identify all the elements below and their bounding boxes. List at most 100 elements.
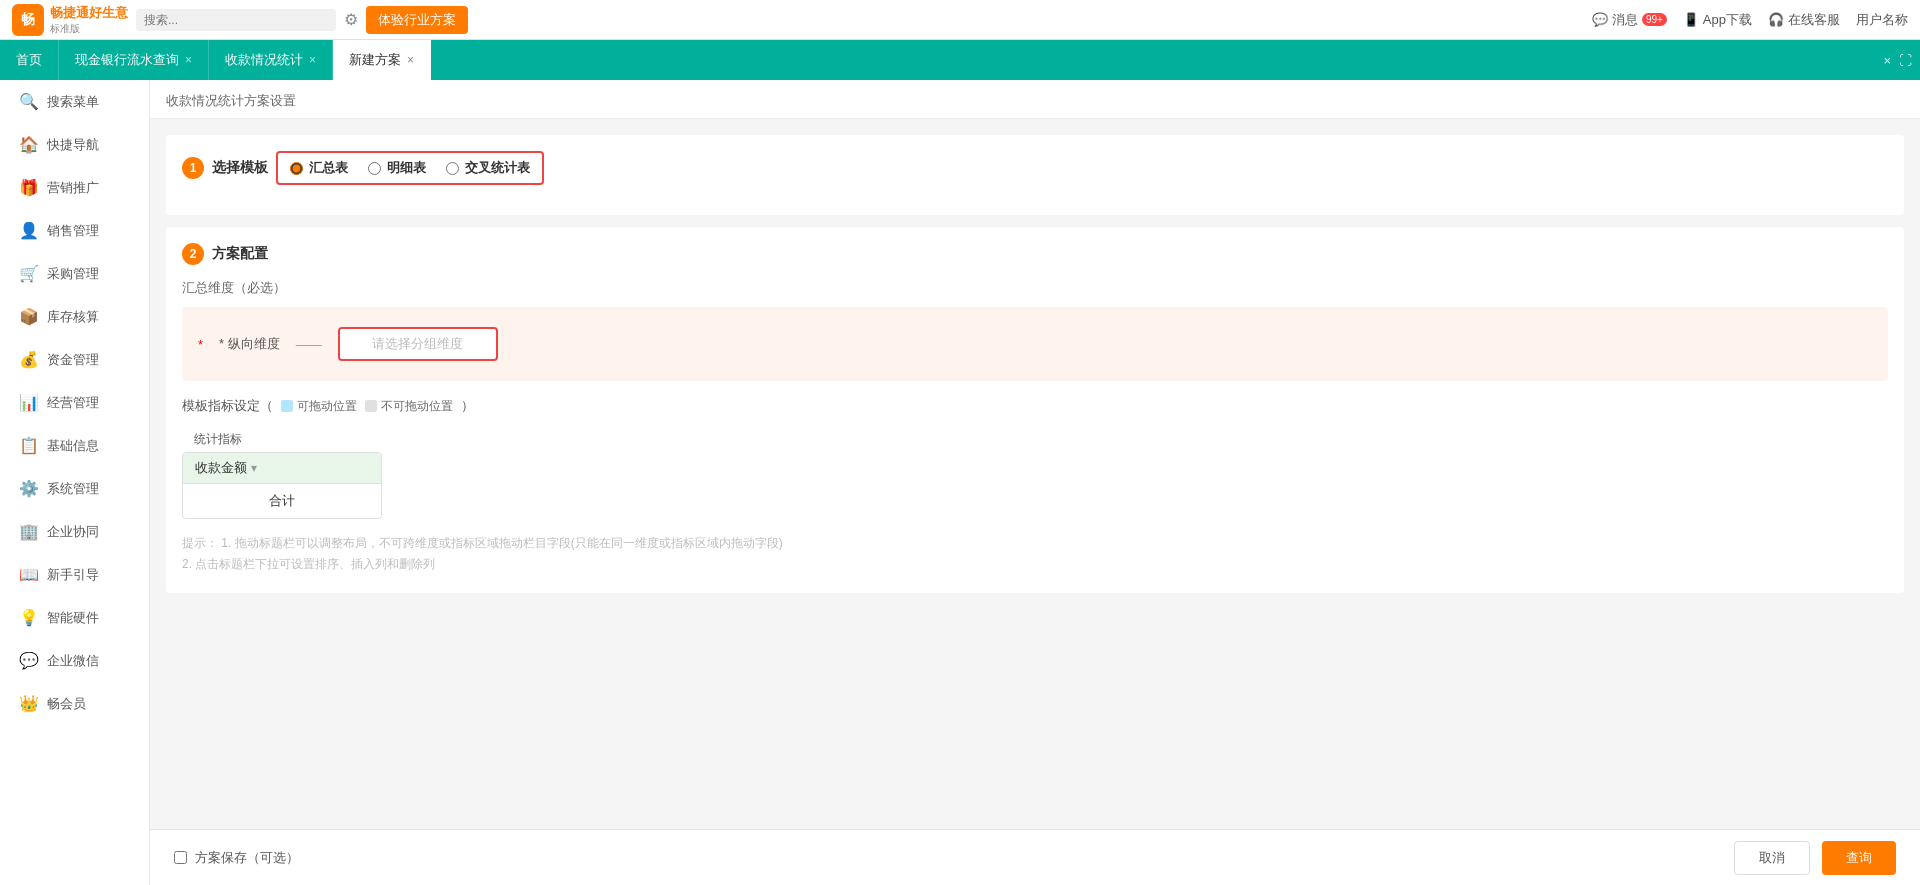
- sidebar-item-search[interactable]: 🔍 搜索菜单: [0, 80, 149, 123]
- legend-draggable-label: 可拖动位置: [297, 398, 357, 415]
- arrow-line: ——: [296, 337, 322, 352]
- chevron-down-icon[interactable]: ▾: [251, 461, 257, 475]
- sidebar-item-sales[interactable]: 👤 销售管理: [0, 209, 149, 252]
- sidebar-label-enterprise: 企业协同: [47, 523, 99, 541]
- save-checkbox[interactable]: [174, 851, 187, 864]
- top-bar: 畅 畅捷通好生意 标准版 ⚙ 体验行业方案 💬 消息 99+ 📱 App下载 🎧…: [0, 0, 1920, 40]
- wechat-icon: 💬: [19, 651, 39, 670]
- sidebar-item-member[interactable]: 👑 畅会员: [0, 682, 149, 725]
- radio-cross[interactable]: 交叉统计表: [446, 159, 530, 177]
- sidebar-item-purchase[interactable]: 🛒 采购管理: [0, 252, 149, 295]
- radio-cross-label: 交叉统计表: [465, 159, 530, 177]
- tab-home[interactable]: 首页: [0, 40, 59, 80]
- nav-tabs: 首页 现金银行流水查询 × 收款情况统计 × 新建方案 × × ⛶: [0, 40, 1920, 80]
- sidebar-item-system[interactable]: ⚙️ 系统管理: [0, 467, 149, 510]
- message-badge: 99+: [1642, 13, 1667, 26]
- indicators-container: 统计指标 收款金额 ▾ 合计: [182, 427, 1888, 519]
- step1-section: 1 选择模板 汇总表 明细表 交叉统计表: [166, 135, 1904, 215]
- tab-collection[interactable]: 收款情况统计 ×: [209, 40, 333, 80]
- required-asterisk: *: [198, 337, 203, 352]
- tab-new-plan[interactable]: 新建方案 ×: [333, 40, 431, 80]
- save-option[interactable]: 方案保存（可选）: [174, 849, 299, 867]
- radio-detail[interactable]: 明细表: [368, 159, 426, 177]
- dimension-config-label: 汇总维度（必选）: [182, 279, 1888, 297]
- dimension-area: * * 纵向维度 —— 请选择分组维度: [182, 307, 1888, 381]
- search-input[interactable]: [136, 9, 336, 31]
- sidebar-label-inventory: 库存核算: [47, 308, 99, 326]
- query-button[interactable]: 查询: [1822, 841, 1896, 875]
- search-icon: 🔍: [19, 92, 39, 111]
- indicators-grid: 收款金额 ▾ 合计: [182, 452, 382, 519]
- sidebar: 🔍 搜索菜单 🏠 快捷导航 🎁 营销推广 👤 销售管理 🛒 采购管理 📦 库存核…: [0, 80, 150, 885]
- tab-cash-flow-close[interactable]: ×: [185, 53, 192, 67]
- building-icon: 🏢: [19, 522, 39, 541]
- headset-icon: 🎧: [1768, 12, 1784, 27]
- tab-cash-flow-label: 现金银行流水查询: [75, 51, 179, 69]
- crown-icon: 👑: [19, 694, 39, 713]
- sidebar-item-marketing[interactable]: 🎁 营销推广: [0, 166, 149, 209]
- content-area: 1 选择模板 汇总表 明细表 交叉统计表: [150, 119, 1920, 829]
- sidebar-label-search: 搜索菜单: [47, 93, 99, 111]
- draggable-dot: [281, 400, 293, 412]
- user-area[interactable]: 用户名称: [1856, 11, 1908, 29]
- sidebar-label-sales: 销售管理: [47, 222, 99, 240]
- sidebar-label-nav: 快捷导航: [47, 136, 99, 154]
- industry-btn[interactable]: 体验行业方案: [366, 6, 468, 34]
- sidebar-label-member: 畅会员: [47, 695, 86, 713]
- legend-end: ）: [461, 397, 474, 415]
- download-icon: 📱: [1683, 12, 1699, 27]
- step1-title-text: 选择模板: [212, 159, 268, 177]
- cart-icon: 🛒: [19, 264, 39, 283]
- indicator-col-name: 收款金额: [195, 459, 247, 477]
- step2-title: 2 方案配置: [182, 243, 1888, 265]
- dimension-row-label: * 纵向维度: [219, 335, 280, 353]
- radio-summary-input[interactable]: [290, 162, 303, 175]
- logo-text: 畅捷通好生意: [50, 4, 128, 22]
- sidebar-label-basics: 基础信息: [47, 437, 99, 455]
- sidebar-label-guide: 新手引导: [47, 566, 99, 584]
- step1-badge: 1: [182, 157, 204, 179]
- sidebar-item-finance[interactable]: 💰 资金管理: [0, 338, 149, 381]
- radio-cross-input[interactable]: [446, 162, 459, 175]
- sidebar-item-nav[interactable]: 🏠 快捷导航: [0, 123, 149, 166]
- gear-icon[interactable]: ⚙: [344, 10, 358, 29]
- sidebar-item-wechat[interactable]: 💬 企业微信: [0, 639, 149, 682]
- tab-close-all[interactable]: ×: [1883, 53, 1891, 68]
- step2-title-text: 方案配置: [212, 245, 268, 263]
- message-label: 消息: [1612, 11, 1638, 29]
- clipboard-icon: 📋: [19, 436, 39, 455]
- box-icon: 📦: [19, 307, 39, 326]
- page-title: 收款情况统计方案设置: [166, 93, 296, 108]
- top-actions: 💬 消息 99+ 📱 App下载 🎧 在线客服 用户名称: [1592, 11, 1908, 29]
- tab-new-plan-close[interactable]: ×: [407, 53, 414, 67]
- save-label: 方案保存（可选）: [195, 849, 299, 867]
- sidebar-item-inventory[interactable]: 📦 库存核算: [0, 295, 149, 338]
- cancel-button[interactable]: 取消: [1734, 841, 1810, 875]
- download-action[interactable]: 📱 App下载: [1683, 11, 1752, 29]
- tab-cash-flow[interactable]: 现金银行流水查询 ×: [59, 40, 209, 80]
- sidebar-item-operations[interactable]: 📊 经营管理: [0, 381, 149, 424]
- step1-title: 1 选择模板 汇总表 明细表 交叉统计表: [182, 151, 1888, 185]
- message-action[interactable]: 💬 消息 99+: [1592, 11, 1667, 29]
- not-draggable-dot: [365, 400, 377, 412]
- sidebar-item-guide[interactable]: 📖 新手引导: [0, 553, 149, 596]
- radio-detail-input[interactable]: [368, 162, 381, 175]
- page-header: 收款情况统计方案设置: [150, 80, 1920, 119]
- indicators-group-label: 统计指标: [182, 427, 1888, 452]
- radio-summary[interactable]: 汇总表: [290, 159, 348, 177]
- sidebar-item-hardware[interactable]: 💡 智能硬件: [0, 596, 149, 639]
- service-action[interactable]: 🎧 在线客服: [1768, 11, 1840, 29]
- service-label: 在线客服: [1788, 11, 1840, 29]
- sidebar-label-operations: 经营管理: [47, 394, 99, 412]
- tab-expand[interactable]: ⛶: [1899, 53, 1912, 68]
- tip1: 提示： 1. 拖动标题栏可以调整布局，不可跨维度或指标区域拖动栏目字段(只能在同…: [182, 535, 1888, 552]
- gift-icon: 🎁: [19, 178, 39, 197]
- tab-collection-close[interactable]: ×: [309, 53, 316, 67]
- book-icon: 📖: [19, 565, 39, 584]
- sidebar-item-enterprise[interactable]: 🏢 企业协同: [0, 510, 149, 553]
- indicator-header[interactable]: 收款金额 ▾: [183, 453, 381, 484]
- footer-buttons: 取消 查询: [1734, 841, 1896, 875]
- dimension-select[interactable]: 请选择分组维度: [338, 327, 498, 361]
- message-icon: 💬: [1592, 12, 1608, 27]
- sidebar-item-basics[interactable]: 📋 基础信息: [0, 424, 149, 467]
